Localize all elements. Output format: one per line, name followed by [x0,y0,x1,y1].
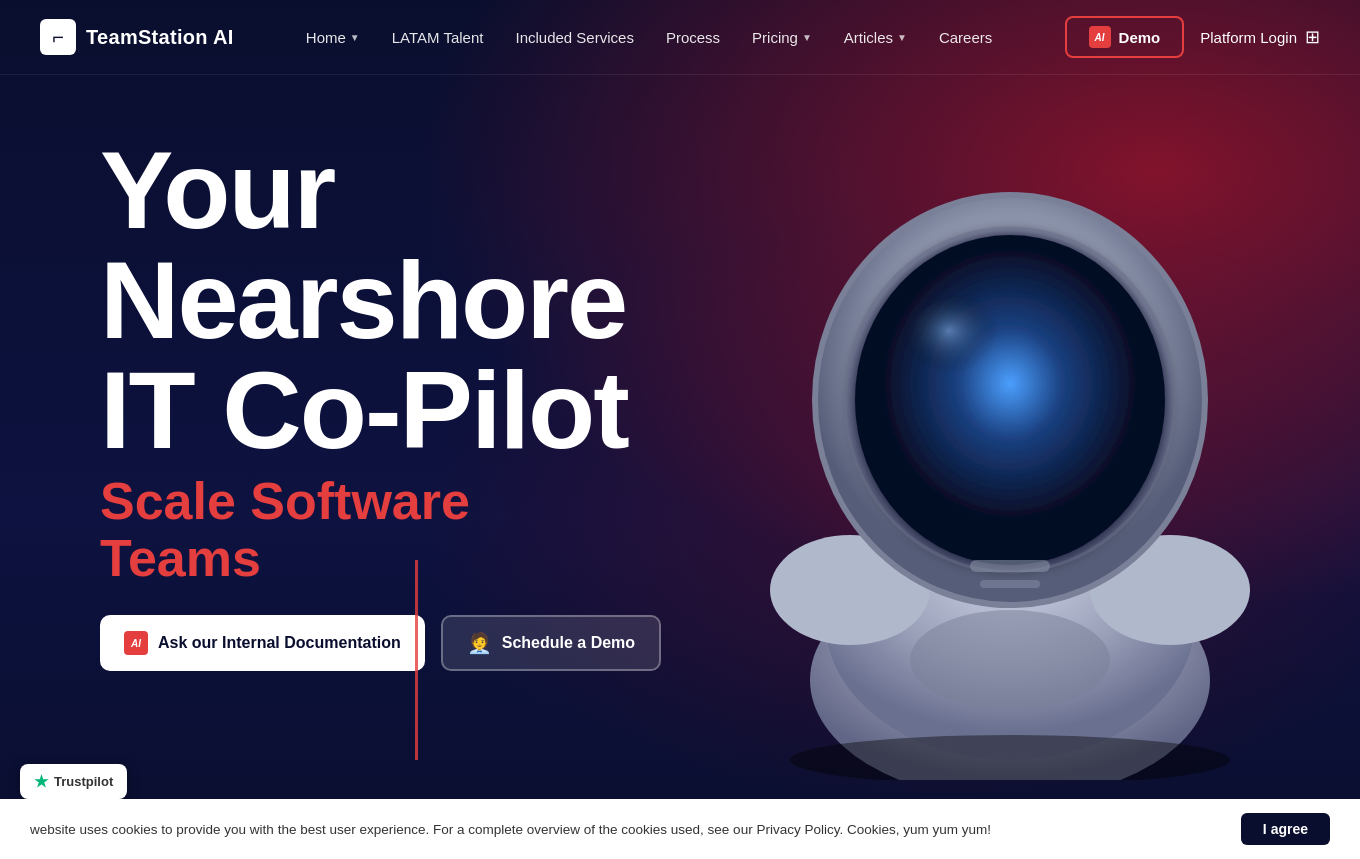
trustpilot-label: Trustpilot [54,774,113,789]
nav-link-process[interactable]: Process [666,29,720,46]
nav-link-careers[interactable]: Careers [939,29,992,46]
nav-item-articles[interactable]: Articles ▼ [844,29,907,46]
nav-links: Home ▼ LATAM Talent Included Services Pr… [306,29,992,46]
hero-buttons: AI Ask our Internal Documentation 🧑‍💼 Sc… [100,615,1360,671]
ai-icon-small: AI [124,631,148,655]
nav-item-latam[interactable]: LATAM Talent [392,29,484,46]
hero-section: Your Nearshore IT Co-Pilot Scale Softwar… [0,75,1360,671]
nav-item-process[interactable]: Process [666,29,720,46]
decorative-vertical-line [415,560,418,760]
nav-item-pricing[interactable]: Pricing ▼ [752,29,812,46]
nav-item-careers[interactable]: Careers [939,29,992,46]
nav-link-home[interactable]: Home ▼ [306,29,360,46]
logo-icon: ⌐ [40,19,76,55]
internal-docs-button[interactable]: AI Ask our Internal Documentation [100,615,425,671]
cookie-bar: website uses cookies to provide you with… [0,799,1360,859]
nav-link-pricing[interactable]: Pricing ▼ [752,29,812,46]
trustpilot-star-icon: ★ [34,772,48,791]
nav-item-home[interactable]: Home ▼ [306,29,360,46]
brand-name: TeamStation AI [86,26,234,49]
nav-actions: AI Demo Platform Login ⊞ [1065,16,1320,58]
hero-title: Your Nearshore IT Co-Pilot [100,135,1360,465]
schedule-demo-button[interactable]: 🧑‍💼 Schedule a Demo [441,615,661,671]
chevron-icon: ▼ [897,32,907,43]
cookie-agree-button[interactable]: I agree [1241,813,1330,845]
ai-icon: AI [1089,26,1111,48]
nav-brand: ⌐ TeamStation AI [40,19,234,55]
hero-subtitle: Scale Software Teams [100,473,1360,587]
trustpilot-badge[interactable]: ★ Trustpilot [20,764,127,799]
layers-icon: ⊞ [1305,26,1320,48]
cookie-text: website uses cookies to provide you with… [30,822,991,837]
person-icon: 🧑‍💼 [467,631,492,655]
nav-link-articles[interactable]: Articles ▼ [844,29,907,46]
nav-item-services[interactable]: Included Services [515,29,633,46]
nav-link-latam[interactable]: LATAM Talent [392,29,484,46]
nav-link-services[interactable]: Included Services [515,29,633,46]
chevron-icon: ▼ [802,32,812,43]
platform-login-link[interactable]: Platform Login ⊞ [1200,26,1320,48]
chevron-icon: ▼ [350,32,360,43]
navbar: ⌐ TeamStation AI Home ▼ LATAM Talent Inc… [0,0,1360,75]
demo-button[interactable]: AI Demo [1065,16,1185,58]
